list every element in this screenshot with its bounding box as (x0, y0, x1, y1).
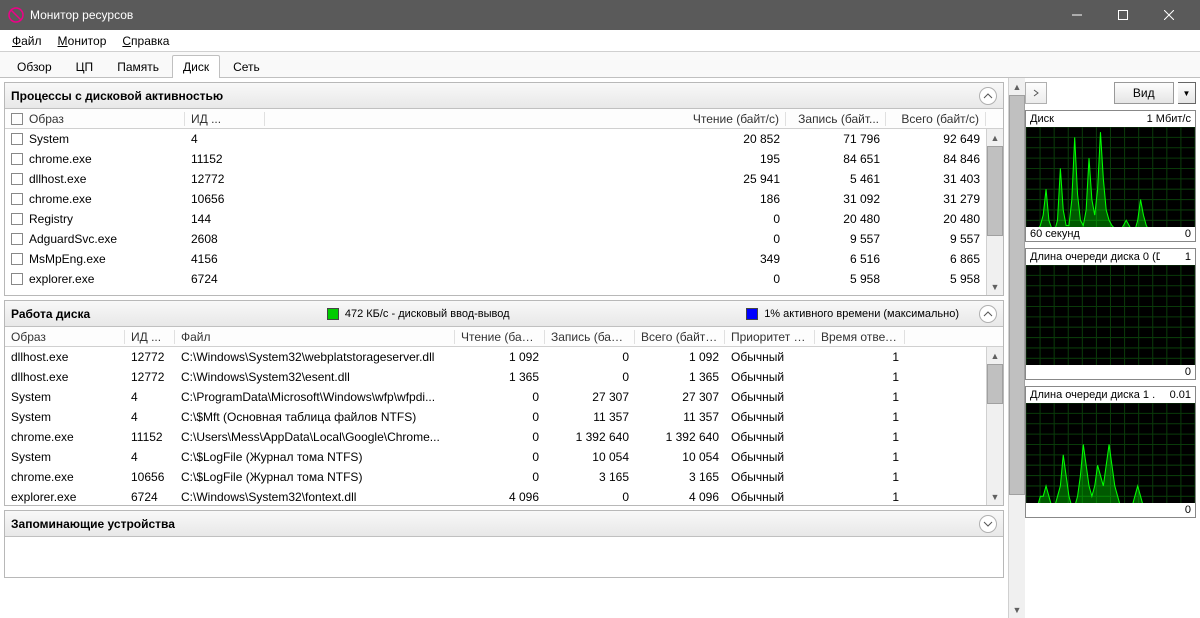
table-row[interactable]: System4C:\$LogFile (Журнал тома NTFS)010… (5, 447, 1003, 467)
window-title: Монитор ресурсов (30, 8, 1054, 22)
scroll-thumb[interactable] (987, 364, 1003, 404)
scroll-thumb[interactable] (987, 146, 1003, 236)
scroll-down-icon[interactable]: ▼ (987, 278, 1003, 295)
table-row[interactable]: MsMpEng.exe41563496 5166 865 (5, 249, 1003, 269)
tab-overview[interactable]: Обзор (6, 55, 63, 78)
chart-disk: Диск1 Мбит/с 60 секунд0 (1025, 110, 1196, 242)
grid-header[interactable]: Образ ИД ... Чтение (байт/с) Запись (бай… (5, 109, 1003, 129)
process-grid: Образ ИД ... Чтение (байт/с) Запись (бай… (5, 109, 1003, 289)
scroll-thumb[interactable] (1009, 95, 1025, 495)
row-checkbox[interactable] (11, 233, 23, 245)
row-checkbox[interactable] (11, 273, 23, 285)
chart-queue-1: Длина очереди диска 1 ...0.01 0 (1025, 386, 1196, 518)
row-checkbox[interactable] (11, 253, 23, 265)
panel-processes: Процессы с дисковой активностью Образ ИД… (4, 82, 1004, 296)
collapse-icon[interactable] (979, 305, 997, 323)
tabbar: Обзор ЦП Память Диск Сеть (0, 52, 1200, 78)
chart-queue-0: Длина очереди диска 0 (D:)1 0 (1025, 248, 1196, 380)
scroll-up-icon[interactable]: ▲ (1009, 78, 1025, 95)
disk-active-stat: 1% активного времени (максимально) (746, 308, 959, 320)
scroll-down-icon[interactable]: ▼ (1009, 601, 1025, 618)
disk-activity-grid: Образ ИД ... Файл Чтение (байт... Запись… (5, 327, 1003, 505)
tab-network[interactable]: Сеть (222, 55, 271, 78)
scroll-up-icon[interactable]: ▲ (987, 129, 1003, 146)
table-row[interactable]: System4C:\ProgramData\Microsoft\Windows\… (5, 387, 1003, 407)
table-row[interactable]: AdguardSvc.exe260809 5579 557 (5, 229, 1003, 249)
row-checkbox[interactable] (11, 213, 23, 225)
scrollbar[interactable]: ▲ ▼ (986, 129, 1003, 295)
grid-header[interactable]: Образ ИД ... Файл Чтение (байт... Запись… (5, 327, 1003, 347)
panel-disk-activity-header[interactable]: Работа диска 472 КБ/с - дисковый ввод-вы… (5, 301, 1003, 327)
close-button[interactable] (1146, 0, 1192, 30)
minimize-button[interactable] (1054, 0, 1100, 30)
row-checkbox[interactable] (11, 193, 23, 205)
menu-monitor[interactable]: Монитор (52, 32, 113, 50)
table-row[interactable]: dllhost.exe1277225 9415 46131 403 (5, 169, 1003, 189)
table-row[interactable]: dllhost.exe12772C:\Windows\System32\esen… (5, 367, 1003, 387)
expand-charts-button[interactable] (1025, 82, 1047, 104)
scrollbar[interactable]: ▲ ▼ (986, 347, 1003, 505)
maximize-button[interactable] (1100, 0, 1146, 30)
panel-storage-header[interactable]: Запоминающие устройства (5, 511, 1003, 537)
tab-memory[interactable]: Память (106, 55, 170, 78)
disk-io-stat: 472 КБ/с - дисковый ввод-вывод (327, 308, 510, 320)
scroll-down-icon[interactable]: ▼ (987, 488, 1003, 505)
table-row[interactable]: explorer.exe672405 9585 958 (5, 269, 1003, 289)
main-scrollbar[interactable]: ▲ ▼ (1008, 78, 1025, 618)
row-checkbox[interactable] (11, 153, 23, 165)
green-square-icon (327, 308, 339, 320)
charts-sidebar: Вид ▼ Диск1 Мбит/с 60 секунд0 Длина очер… (1025, 78, 1200, 618)
table-row[interactable]: System4C:\$Mft (Основная таблица файлов … (5, 407, 1003, 427)
table-row[interactable]: chrome.exe11152C:\Users\Mess\AppData\Loc… (5, 427, 1003, 447)
app-icon (8, 7, 24, 23)
row-checkbox[interactable] (11, 173, 23, 185)
menu-help[interactable]: Справка (116, 32, 175, 50)
scroll-up-icon[interactable]: ▲ (987, 347, 1003, 364)
table-row[interactable]: chrome.exe10656C:\$LogFile (Журнал тома … (5, 467, 1003, 487)
table-row[interactable]: chrome.exe1115219584 65184 846 (5, 149, 1003, 169)
collapse-icon[interactable] (979, 87, 997, 105)
menu-file[interactable]: Файл (6, 32, 48, 50)
view-dropdown-icon[interactable]: ▼ (1178, 82, 1196, 104)
panel-storage: Запоминающие устройства (4, 510, 1004, 578)
blue-square-icon (746, 308, 758, 320)
table-row[interactable]: System420 85271 79692 649 (5, 129, 1003, 149)
expand-icon[interactable] (979, 515, 997, 533)
panel-disk-activity: Работа диска 472 КБ/с - дисковый ввод-вы… (4, 300, 1004, 506)
panel-processes-header[interactable]: Процессы с дисковой активностью (5, 83, 1003, 109)
titlebar[interactable]: Монитор ресурсов (0, 0, 1200, 30)
row-checkbox[interactable] (11, 133, 23, 145)
tab-cpu[interactable]: ЦП (65, 55, 105, 78)
table-row[interactable]: Registry144020 48020 480 (5, 209, 1003, 229)
menubar: Файл Монитор Справка (0, 30, 1200, 52)
table-row[interactable]: chrome.exe1065618631 09231 279 (5, 189, 1003, 209)
table-row[interactable]: dllhost.exe12772C:\Windows\System32\webp… (5, 347, 1003, 367)
table-row[interactable]: explorer.exe6724C:\Windows\System32\font… (5, 487, 1003, 505)
view-button[interactable]: Вид (1114, 82, 1175, 104)
checkbox-all[interactable] (11, 113, 23, 125)
tab-disk[interactable]: Диск (172, 55, 220, 78)
